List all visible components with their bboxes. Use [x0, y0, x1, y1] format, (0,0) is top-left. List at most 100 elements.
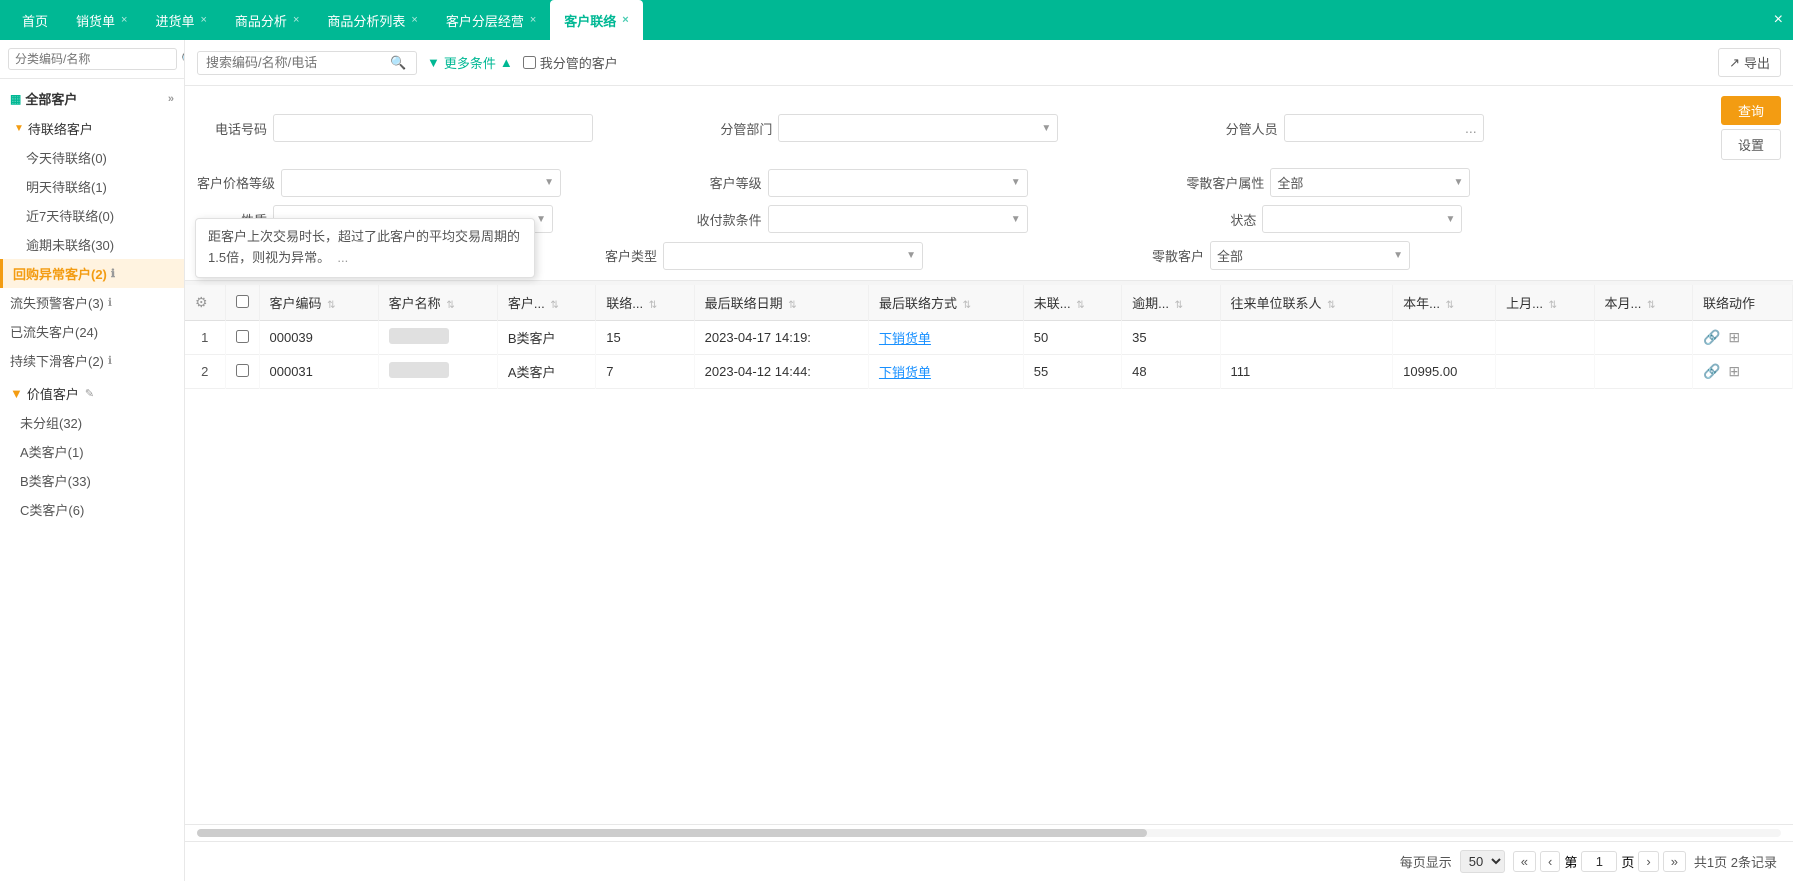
row2-link-icon[interactable]: 🔗 [1703, 363, 1720, 380]
query-button[interactable]: 查询 [1721, 96, 1781, 125]
my-customers-checkbox[interactable] [523, 56, 536, 69]
th-last-month[interactable]: 上月... ⇅ [1496, 285, 1594, 321]
sidebar-item-7days[interactable]: 近7天待联络(0) [4, 201, 184, 230]
all-customers-section[interactable]: ▦ 全部客户 » [0, 83, 184, 114]
row1-checkbox [225, 321, 259, 355]
sidebar-search-input[interactable] [8, 48, 177, 70]
sidebar-item-today[interactable]: 今天待联络(0) [4, 143, 184, 172]
sidebar-item-b-class[interactable]: B类客户(33) [0, 466, 184, 495]
nature-arrow: ▼ [536, 214, 546, 225]
scattered-attr-select[interactable]: 全部 ▼ [1270, 168, 1470, 197]
page-label2: 页 [1621, 852, 1634, 871]
nav-home[interactable]: 首页 [8, 0, 62, 40]
nav-customer-tier[interactable]: 客户分层经营 × [432, 0, 550, 40]
th-this-month[interactable]: 本月... ⇅ [1594, 285, 1692, 321]
filter-more-btn[interactable]: ▼ 更多条件 ▲ [427, 53, 513, 72]
close-customer-contact-tab[interactable]: × [622, 14, 628, 26]
th-last-method[interactable]: 最后联络方式 ⇅ [868, 285, 1023, 321]
search-input-wrap: 🔍 [197, 51, 417, 75]
row2-name [378, 355, 497, 389]
search-input[interactable] [206, 55, 386, 70]
price-level-select[interactable]: ▼ [281, 169, 561, 197]
tooltip-more-dots: ... [337, 250, 348, 265]
next-page-btn[interactable]: › [1638, 851, 1658, 872]
close-product-analysis-list-tab[interactable]: × [411, 14, 417, 26]
close-customer-tier-tab[interactable]: × [530, 14, 536, 26]
row2-method-link[interactable]: 下销货单 [879, 365, 931, 380]
select-all-checkbox[interactable] [236, 295, 249, 308]
edit-icon[interactable]: ✎ [85, 387, 94, 400]
per-page-select[interactable]: 50 [1460, 850, 1505, 873]
close-sales-tab[interactable]: × [121, 14, 127, 26]
th-checkbox [225, 285, 259, 321]
tooltip-box: 距客户上次交易时长，超过了此客户的平均交易周期的1.5倍，则视为异常。 ... [195, 218, 535, 278]
sort-this-month-icon: ⇅ [1647, 300, 1655, 311]
prev-page-btn[interactable]: ‹ [1540, 851, 1560, 872]
scrollbar-thumb[interactable] [197, 829, 1147, 837]
row1-last-month [1496, 321, 1594, 355]
customer-level-select[interactable]: ▼ [768, 169, 1028, 197]
customer-table: ⚙ 客户编码 ⇅ 客户名称 ⇅ [185, 285, 1793, 389]
row1-select[interactable] [236, 330, 249, 343]
th-this-year[interactable]: 本年... ⇅ [1393, 285, 1496, 321]
row1-grid-icon[interactable]: ⊞ [1728, 329, 1740, 346]
row2-select[interactable] [236, 364, 249, 377]
close-all-tabs[interactable]: × [1774, 11, 1783, 29]
settings-button[interactable]: 设置 [1721, 129, 1781, 160]
row1-method-link[interactable]: 下销货单 [879, 331, 931, 346]
sidebar-item-overdue[interactable]: 逾期未联络(30) [4, 230, 184, 259]
payment-select[interactable]: ▼ [768, 205, 1028, 233]
value-group-arrow: ▼ [10, 386, 23, 401]
last-page-btn[interactable]: » [1663, 851, 1686, 872]
filter-row-2: 客户价格等级 ▼ 客户等级 ▼ 零散客户属性 全部 ▼ [197, 168, 1781, 197]
status-select[interactable]: ▼ [1262, 205, 1462, 233]
th-overdue[interactable]: 逾期... ⇅ [1122, 285, 1220, 321]
th-not-contacted[interactable]: 未联... ⇅ [1023, 285, 1121, 321]
export-btn[interactable]: ↗ 导出 [1718, 48, 1781, 77]
sidebar-content: ▦ 全部客户 » ▼ 待联络客户 今天待联络(0) 明天待联络(1) 近7天待联… [0, 79, 184, 881]
phone-input[interactable] [273, 114, 593, 142]
nav-product-analysis[interactable]: 商品分析 × [221, 0, 313, 40]
th-name[interactable]: 客户名称 ⇅ [378, 285, 497, 321]
page-input[interactable] [1581, 851, 1617, 872]
th-contact-count[interactable]: 联络... ⇅ [596, 285, 694, 321]
nav-sales[interactable]: 销货单 × [62, 0, 141, 40]
sidebar-item-abnormal[interactable]: 回购异常客户(2) ℹ [0, 259, 184, 288]
sidebar-item-c-class[interactable]: C类客户(6) [0, 495, 184, 524]
row1-num: 1 [185, 321, 225, 355]
th-code[interactable]: 客户编码 ⇅ [259, 285, 378, 321]
sidebar-item-declining[interactable]: 持续下滑客户(2) ℹ [0, 346, 184, 375]
sidebar-item-lost[interactable]: 已流失客户(24) [0, 317, 184, 346]
scattered-customer-select[interactable]: 全部 ▼ [1210, 241, 1410, 270]
filter-row-1: 电话号码 分管部门 ▼ 分管人员 ... 查询 设置 [197, 96, 1781, 160]
row1-code: 000039 [259, 321, 378, 355]
row2-code: 000031 [259, 355, 378, 389]
close-product-analysis-tab[interactable]: × [293, 14, 299, 26]
sidebar-item-a-class[interactable]: A类客户(1) [0, 437, 184, 466]
pending-group-title[interactable]: ▼ 待联络客户 [4, 114, 184, 143]
filter-manager: 分管人员 ... [1208, 114, 1703, 142]
th-type[interactable]: 客户... ⇅ [497, 285, 595, 321]
nav-product-analysis-list[interactable]: 商品分析列表 × [313, 0, 431, 40]
filter-payment: 收付款条件 ▼ [692, 205, 1177, 233]
table-settings-icon[interactable]: ⚙ [195, 294, 208, 310]
sidebar-item-loss-warning[interactable]: 流失预警客户(3) ℹ [0, 288, 184, 317]
th-contacts[interactable]: 往来单位联系人 ⇅ [1220, 285, 1393, 321]
row2-grid-icon[interactable]: ⊞ [1728, 363, 1740, 380]
first-page-btn[interactable]: « [1513, 851, 1536, 872]
nav-customer-contact[interactable]: 客户联络 × [550, 0, 642, 40]
row2-num: 2 [185, 355, 225, 389]
sidebar-item-tomorrow[interactable]: 明天待联络(1) [4, 172, 184, 201]
dept-select[interactable]: ▼ [778, 114, 1058, 142]
sidebar-item-ungrouped[interactable]: 未分组(32) [0, 408, 184, 437]
manager-dots[interactable]: ... [1465, 120, 1477, 136]
nav-purchase[interactable]: 进货单 × [141, 0, 220, 40]
th-last-date[interactable]: 最后联络日期 ⇅ [694, 285, 868, 321]
customer-type-select[interactable]: ▼ [663, 242, 923, 270]
value-group-title[interactable]: ▼ 价值客户 ✎ [0, 379, 184, 408]
collapse-btn[interactable]: » [168, 93, 174, 105]
row1-link-icon[interactable]: 🔗 [1703, 329, 1720, 346]
search-icon[interactable]: 🔍 [390, 55, 406, 71]
close-purchase-tab[interactable]: × [200, 14, 206, 26]
manager-select[interactable]: ... [1284, 114, 1484, 142]
